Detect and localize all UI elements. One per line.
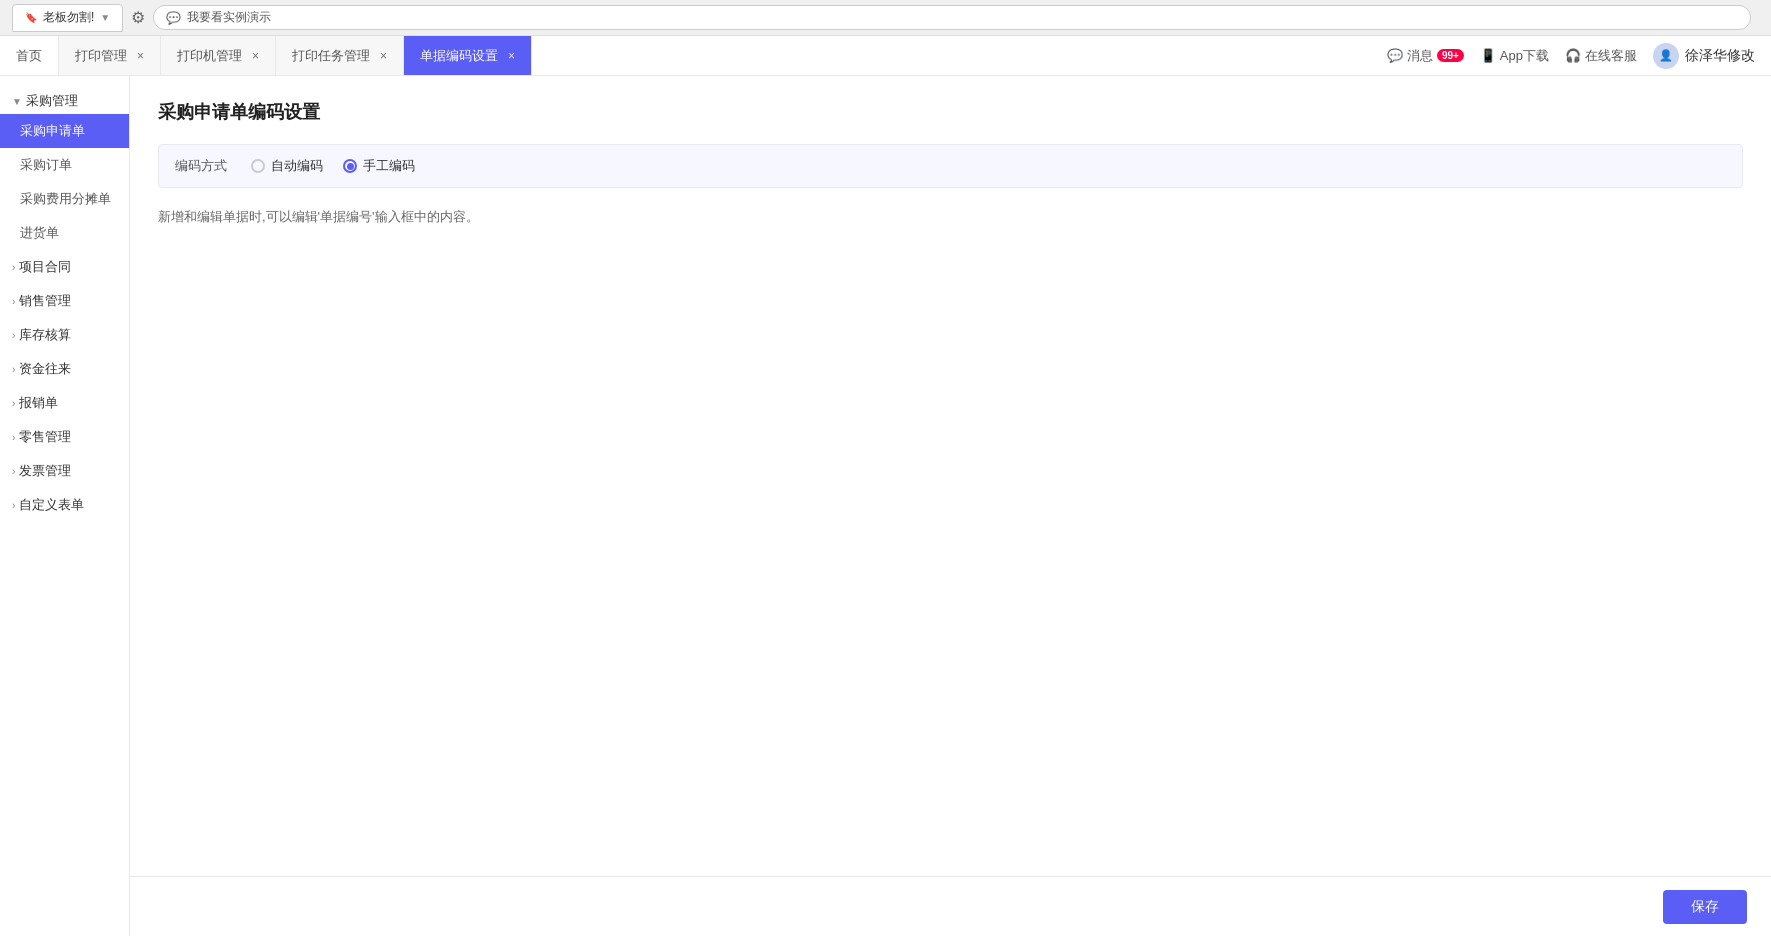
- radio-manual-circle[interactable]: [343, 159, 357, 173]
- message-button[interactable]: 💬 消息 99+: [1387, 47, 1464, 65]
- sidebar-group-sales[interactable]: › 销售管理: [0, 284, 129, 318]
- save-button[interactable]: 保存: [1663, 890, 1747, 924]
- expand-arrow-icon-sales: ›: [12, 296, 15, 307]
- browser-bar: 🔖 老板勿割! ▼ ⚙ 💬 我要看实例演示: [0, 0, 1771, 36]
- browser-address-bar[interactable]: 💬 我要看实例演示: [153, 5, 1751, 30]
- expand-arrow-icon-reimbursement: ›: [12, 398, 15, 409]
- page-title: 采购申请单编码设置: [158, 100, 1743, 124]
- app-download-button[interactable]: 📱 App下载: [1480, 47, 1549, 65]
- sidebar-group-purchase[interactable]: ▼ 采购管理: [0, 84, 129, 114]
- sidebar-group-purchase-label: 采购管理: [26, 92, 78, 110]
- tab-close-1[interactable]: ×: [137, 49, 144, 63]
- browser-settings-icon[interactable]: ⚙: [131, 8, 145, 27]
- user-name: 徐泽华修改: [1685, 47, 1755, 65]
- expand-arrow-icon-custom: ›: [12, 500, 15, 511]
- sidebar-group-project-contract[interactable]: › 项目合同: [0, 250, 129, 284]
- sidebar-group-reimbursement[interactable]: › 报销单: [0, 386, 129, 420]
- avatar: 👤: [1653, 43, 1679, 69]
- app-tab-2[interactable]: 打印机管理×: [161, 36, 276, 75]
- content-area: 采购申请单编码设置 编码方式 自动编码 手工编码 新增和编辑单据时,可以编辑'单…: [130, 76, 1771, 936]
- sidebar: ▼ 采购管理 采购申请单 采购订单 采购费用分摊单 进货单 › 项目合同 › 销…: [0, 76, 130, 936]
- encode-method-row: 编码方式 自动编码 手工编码: [158, 144, 1743, 188]
- radio-auto-label: 自动编码: [271, 157, 323, 175]
- tab-close-4[interactable]: ×: [508, 49, 515, 63]
- radio-auto[interactable]: 自动编码: [251, 157, 323, 175]
- sidebar-item-purchase-expense[interactable]: 采购费用分摊单: [0, 182, 129, 216]
- message-badge: 99+: [1437, 49, 1464, 62]
- expand-arrow-icon-capital: ›: [12, 364, 15, 375]
- sidebar-group-custom-form[interactable]: › 自定义表单: [0, 488, 129, 522]
- content-inner: 采购申请单编码设置 编码方式 自动编码 手工编码 新增和编辑单据时,可以编辑'单…: [130, 76, 1771, 876]
- service-icon: 🎧: [1565, 48, 1581, 63]
- radio-manual-label: 手工编码: [363, 157, 415, 175]
- app-bar-right: 💬 消息 99+ 📱 App下载 🎧 在线客服 👤 徐泽华修改: [1387, 43, 1771, 69]
- address-text: 我要看实例演示: [187, 9, 271, 26]
- expand-arrow-icon-invoice: ›: [12, 466, 15, 477]
- message-label: 消息: [1407, 47, 1433, 65]
- user-menu[interactable]: 👤 徐泽华修改: [1653, 43, 1755, 69]
- bottom-bar: 保存: [130, 876, 1771, 936]
- collapse-arrow-icon: ▼: [12, 96, 22, 107]
- app-download-label: App下载: [1500, 47, 1549, 65]
- hint-text: 新增和编辑单据时,可以编辑'单据编号'输入框中的内容。: [158, 208, 1743, 226]
- browser-tab[interactable]: 🔖 老板勿割! ▼: [12, 4, 123, 32]
- app-download-icon: 📱: [1480, 48, 1496, 63]
- main-layout: ▼ 采购管理 采购申请单 采购订单 采购费用分摊单 进货单 › 项目合同 › 销…: [0, 76, 1771, 936]
- app-tab-0[interactable]: 首页: [0, 36, 59, 75]
- sidebar-item-goods-receipt[interactable]: 进货单: [0, 216, 129, 250]
- tab-close-3[interactable]: ×: [380, 49, 387, 63]
- browser-tab-dropdown[interactable]: ▼: [100, 12, 110, 23]
- expand-arrow-icon-inventory: ›: [12, 330, 15, 341]
- online-service-button[interactable]: 🎧 在线客服: [1565, 47, 1637, 65]
- browser-tab-title: 老板勿割!: [43, 9, 94, 26]
- expand-arrow-icon-retail: ›: [12, 432, 15, 443]
- tab-close-2[interactable]: ×: [252, 49, 259, 63]
- sidebar-group-retail[interactable]: › 零售管理: [0, 420, 129, 454]
- expand-arrow-icon-project: ›: [12, 262, 15, 273]
- sidebar-group-inventory[interactable]: › 库存核算: [0, 318, 129, 352]
- message-icon: 💬: [1387, 48, 1403, 63]
- radio-manual[interactable]: 手工编码: [343, 157, 415, 175]
- sidebar-item-purchase-request[interactable]: 采购申请单: [0, 114, 129, 148]
- app-bar: 首页打印管理×打印机管理×打印任务管理×单据编码设置× 💬 消息 99+ 📱 A…: [0, 36, 1771, 76]
- radio-group: 自动编码 手工编码: [251, 157, 415, 175]
- sidebar-item-purchase-order[interactable]: 采购订单: [0, 148, 129, 182]
- sidebar-group-capital[interactable]: › 资金往来: [0, 352, 129, 386]
- encode-label: 编码方式: [175, 157, 227, 175]
- app-tab-4[interactable]: 单据编码设置×: [404, 36, 532, 75]
- tab-favicon: 🔖: [25, 12, 37, 23]
- app-tab-1[interactable]: 打印管理×: [59, 36, 161, 75]
- sidebar-group-invoice[interactable]: › 发票管理: [0, 454, 129, 488]
- radio-auto-circle[interactable]: [251, 159, 265, 173]
- app-tabs: 首页打印管理×打印机管理×打印任务管理×单据编码设置×: [0, 36, 532, 75]
- online-service-label: 在线客服: [1585, 47, 1637, 65]
- address-icon: 💬: [166, 11, 181, 25]
- app-tab-3[interactable]: 打印任务管理×: [276, 36, 404, 75]
